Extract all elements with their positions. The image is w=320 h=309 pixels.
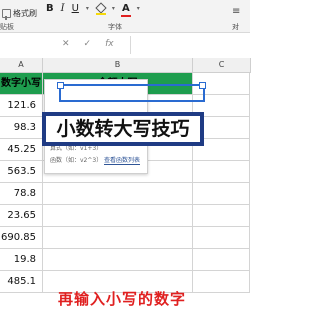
empty-cell[interactable] bbox=[193, 205, 250, 227]
font-toolbar: B I U ▾ ▾ A ▾ bbox=[46, 3, 140, 17]
bold-button[interactable]: B bbox=[46, 3, 54, 14]
column-header-a[interactable]: A bbox=[0, 58, 43, 73]
number-cell[interactable]: 78.8 bbox=[0, 183, 43, 205]
empty-cell[interactable] bbox=[193, 249, 250, 271]
cancel-icon[interactable]: ✕ bbox=[62, 39, 70, 49]
overlay-title: 小数转大写技巧 bbox=[42, 112, 204, 146]
underline-dropdown-icon[interactable]: ▾ bbox=[86, 5, 89, 12]
italic-button[interactable]: I bbox=[61, 3, 65, 14]
empty-cell[interactable] bbox=[193, 161, 250, 183]
number-cell[interactable]: 45.25 bbox=[0, 139, 43, 161]
number-cell[interactable]: 98.3 bbox=[0, 117, 43, 139]
popup-item-function[interactable]: 函数（如：v2^3） bbox=[50, 155, 102, 164]
fill-color-dropdown-icon[interactable]: ▾ bbox=[112, 5, 115, 12]
empty-cell[interactable] bbox=[193, 183, 250, 205]
column-header-b[interactable]: B bbox=[43, 58, 193, 73]
number-cell[interactable]: 23.65 bbox=[0, 205, 43, 227]
fx-icon[interactable]: fx bbox=[105, 39, 114, 49]
alignment-group-label: 对 bbox=[232, 23, 239, 31]
confirm-icon[interactable]: ✓ bbox=[84, 39, 92, 49]
number-cell[interactable]: 690.85 bbox=[0, 227, 43, 249]
format-painter-icon bbox=[2, 9, 11, 20]
formula-bar: ✕ ✓ fx bbox=[0, 33, 250, 59]
clipboard-group-label: 贴板 bbox=[0, 23, 14, 31]
ribbon: 格式刷 贴板 B I U ▾ ▾ A ▾ 字体 ≡ 对 bbox=[0, 0, 250, 33]
number-cell[interactable]: 121.6 bbox=[0, 95, 43, 117]
font-color-bar bbox=[120, 15, 131, 17]
formula-input[interactable] bbox=[130, 36, 251, 54]
amount-cell[interactable] bbox=[43, 183, 193, 205]
number-cell[interactable]: 19.8 bbox=[0, 249, 43, 271]
column-header-c[interactable]: C bbox=[193, 58, 251, 73]
number-cell[interactable]: 485.1 bbox=[0, 271, 43, 293]
font-color-dropdown-icon[interactable]: ▾ bbox=[137, 5, 140, 12]
align-icon[interactable]: ≡ bbox=[232, 6, 240, 17]
amount-cell[interactable] bbox=[43, 249, 193, 271]
fill-color-bar bbox=[95, 13, 106, 15]
fill-color-icon[interactable] bbox=[95, 4, 106, 15]
header-cell-number-lowercase[interactable]: 数字小写 bbox=[0, 73, 43, 95]
selection-handle-top-right[interactable] bbox=[199, 82, 206, 89]
number-cell[interactable]: 563.5 bbox=[0, 161, 43, 183]
underline-button[interactable]: U bbox=[72, 3, 79, 14]
formula-controls: ✕ ✓ fx bbox=[62, 39, 114, 49]
cell-selection-box bbox=[59, 84, 205, 102]
amount-cell[interactable] bbox=[43, 227, 193, 249]
font-color-label: A bbox=[121, 3, 130, 14]
format-painter-label: 格式刷 bbox=[13, 9, 37, 18]
selection-handle-top-left[interactable] bbox=[57, 82, 64, 89]
font-color-button[interactable]: A bbox=[120, 3, 131, 17]
empty-cell[interactable] bbox=[193, 227, 250, 249]
font-group-label: 字体 bbox=[108, 23, 122, 31]
amount-cell[interactable] bbox=[43, 205, 193, 227]
view-function-list-link[interactable]: 查看函数列表 bbox=[104, 155, 141, 165]
bottom-caption: 再输入小写的数字 bbox=[58, 290, 187, 308]
empty-cell[interactable] bbox=[193, 271, 250, 293]
format-painter-button[interactable]: 格式刷 bbox=[2, 8, 37, 20]
